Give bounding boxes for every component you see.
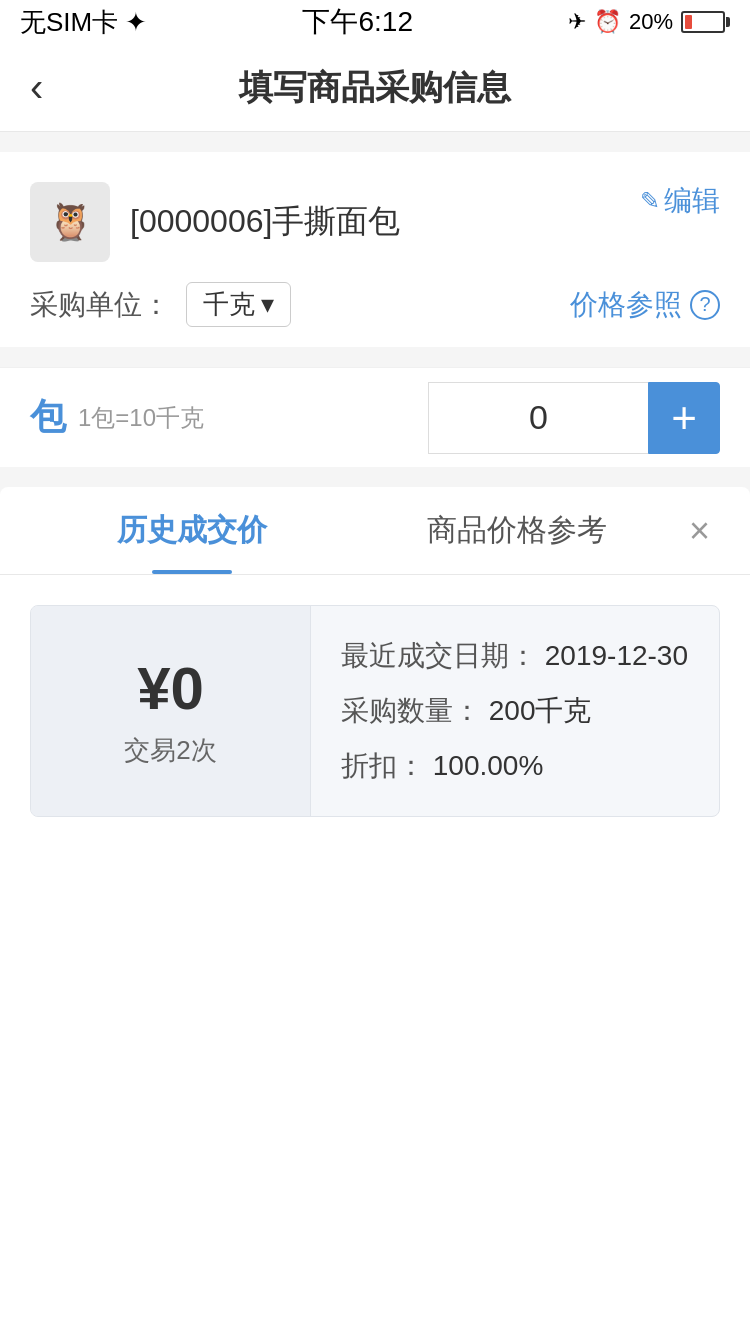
edit-icon: ✎ — [640, 187, 660, 215]
product-icon: 🦉 — [30, 182, 110, 262]
product-left: 🦉 [0000006]手撕面包 — [30, 182, 400, 262]
quantity-control: 0 + — [428, 382, 720, 454]
qty-conversion: 1包=10千克 — [78, 402, 204, 434]
discount-label: 折扣： — [341, 750, 425, 781]
plus-icon: + — [671, 396, 697, 440]
recent-date-row: 最近成交日期： 2019-12-30 — [341, 636, 689, 675]
price-card: ¥0 交易2次 最近成交日期： 2019-12-30 采购数量： 200千克 折… — [30, 605, 720, 817]
dropdown-arrow-icon: ▾ — [261, 289, 274, 320]
discount-value: 100.00% — [433, 750, 544, 781]
tab-history-price[interactable]: 历史成交价 — [30, 487, 354, 574]
recent-date-label: 最近成交日期： — [341, 640, 537, 671]
edit-button[interactable]: ✎ 编辑 — [640, 182, 720, 220]
price-left-panel: ¥0 交易2次 — [31, 606, 311, 816]
product-header: 🦉 [0000006]手撕面包 ✎ 编辑 — [30, 182, 720, 262]
history-content: ¥0 交易2次 最近成交日期： 2019-12-30 采购数量： 200千克 折… — [0, 575, 750, 847]
qty-input[interactable]: 0 — [428, 382, 648, 454]
help-icon: ? — [690, 290, 720, 320]
price-trade-count: 交易2次 — [124, 733, 216, 768]
status-left: 无SIM卡 ✦ — [20, 5, 147, 40]
status-bar: 无SIM卡 ✦ 下午6:12 ✈ ⏰ 20% — [0, 0, 750, 44]
tab-history-label: 历史成交价 — [117, 510, 267, 551]
qty-value: 0 — [529, 398, 548, 437]
purchase-unit-row: 采购单位： 千克 ▾ 价格参照 ? — [30, 282, 720, 327]
recent-date-value: 2019-12-30 — [545, 640, 688, 671]
nav-bar: ‹ 填写商品采购信息 — [0, 44, 750, 132]
qty-unit: 包 — [30, 393, 66, 442]
quantity-section: 包 1包=10千克 0 + — [0, 367, 750, 467]
product-name: [0000006]手撕面包 — [130, 200, 400, 244]
purchase-qty-value: 200千克 — [489, 695, 592, 726]
status-right: ✈ ⏰ 20% — [568, 9, 730, 35]
purchase-qty-row: 采购数量： 200千克 — [341, 691, 689, 730]
location-icon: ✈ — [568, 9, 586, 35]
price-amount: ¥0 — [137, 654, 204, 723]
discount-row: 折扣： 100.00% — [341, 746, 689, 785]
price-ref-label: 价格参照 — [570, 286, 682, 324]
qty-plus-button[interactable]: + — [648, 382, 720, 454]
product-section: 🦉 [0000006]手撕面包 ✎ 编辑 采购单位： 千克 ▾ 价格参照 ? — [0, 152, 750, 347]
battery-icon — [681, 11, 730, 33]
close-button[interactable]: × — [679, 500, 720, 562]
tab-product-price-label: 商品价格参考 — [427, 510, 607, 551]
bottom-area — [0, 847, 750, 1334]
status-time: 下午6:12 — [302, 3, 413, 41]
purchase-qty-label: 采购数量： — [341, 695, 481, 726]
alarm-icon: ⏰ — [594, 9, 621, 35]
price-ref-button[interactable]: 价格参照 ? — [570, 286, 720, 324]
back-button[interactable]: ‹ — [20, 55, 53, 120]
quantity-label: 包 1包=10千克 — [30, 393, 204, 442]
carrier-text: 无SIM卡 ✦ — [20, 5, 147, 40]
page-title: 填写商品采购信息 — [239, 65, 511, 111]
tab-active-underline — [152, 570, 232, 574]
tabs-section: 历史成交价 商品价格参考 × ¥0 交易2次 最近成交日期： 2019-12-3… — [0, 487, 750, 847]
purchase-unit-left: 采购单位： 千克 ▾ — [30, 282, 291, 327]
tabs-header: 历史成交价 商品价格参考 × — [0, 487, 750, 575]
edit-label: 编辑 — [664, 182, 720, 220]
unit-selector[interactable]: 千克 ▾ — [186, 282, 291, 327]
price-right-panel: 最近成交日期： 2019-12-30 采购数量： 200千克 折扣： 100.0… — [311, 606, 719, 816]
tab-product-price-ref[interactable]: 商品价格参考 — [354, 487, 678, 574]
purchase-unit-label: 采购单位： — [30, 286, 170, 324]
owl-icon: 🦉 — [48, 201, 93, 243]
unit-value: 千克 — [203, 287, 255, 322]
battery-percent: 20% — [629, 9, 673, 35]
